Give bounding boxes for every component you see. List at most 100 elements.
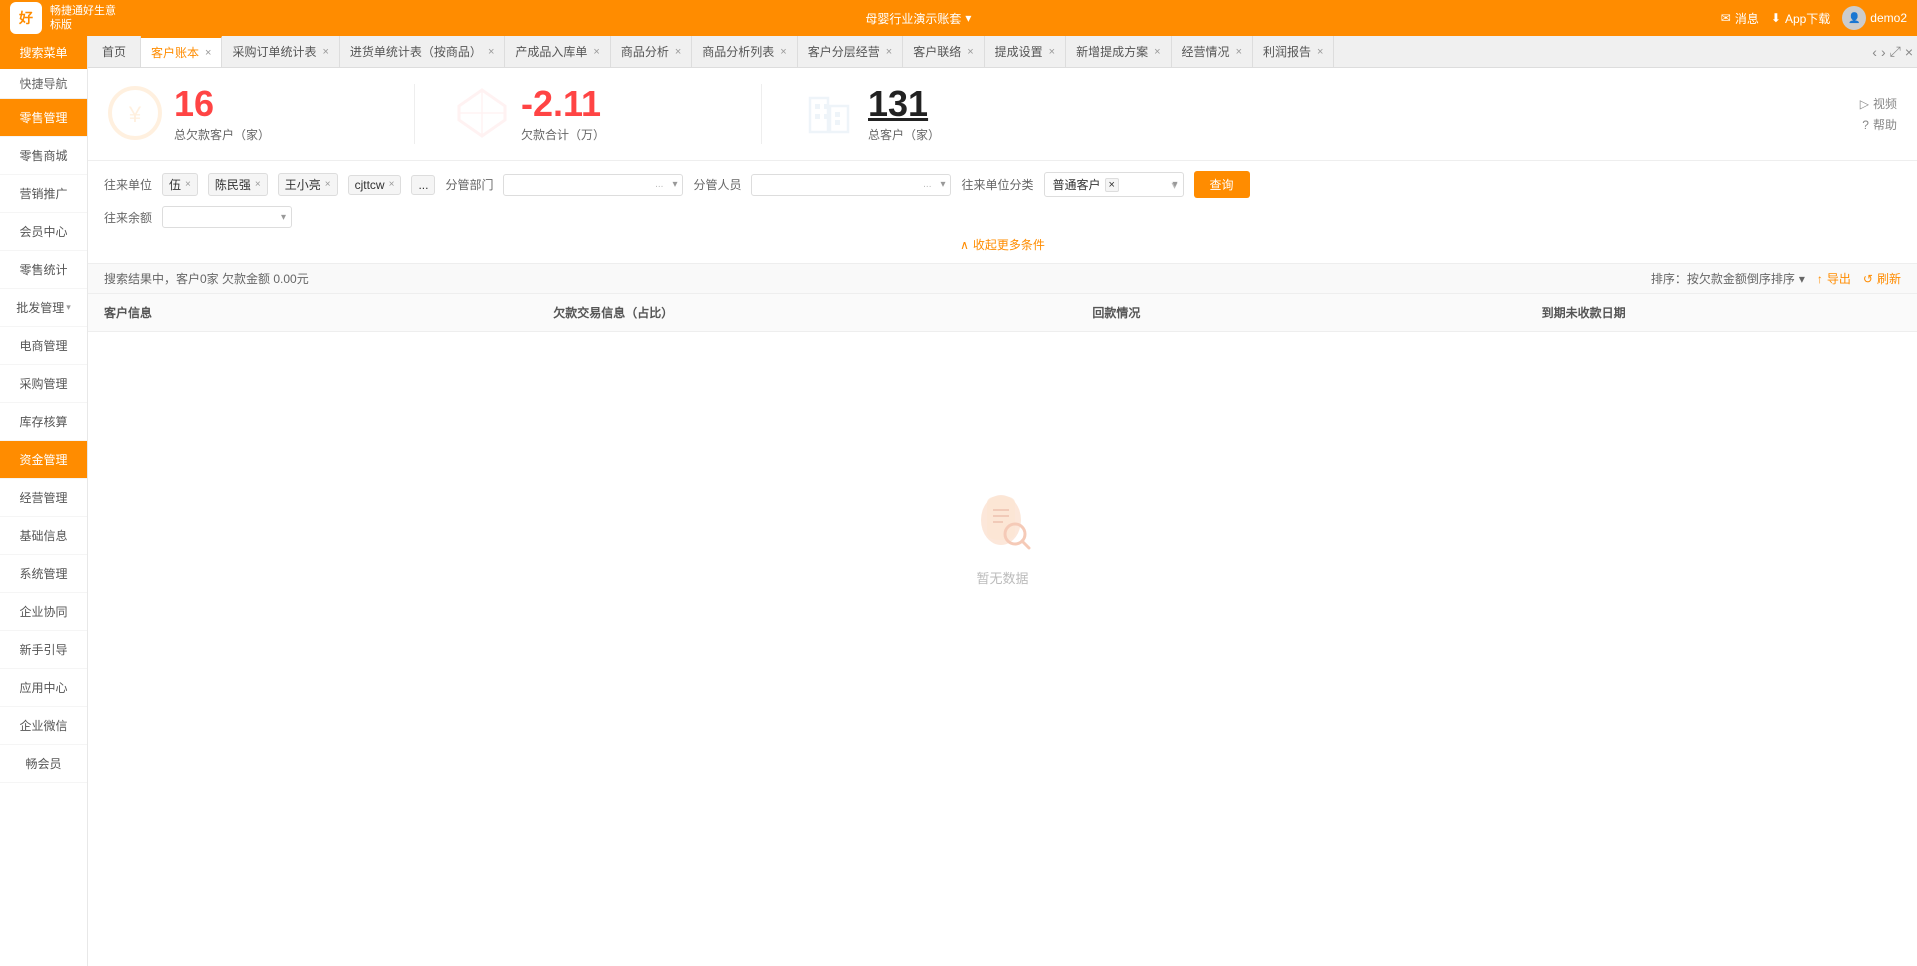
- tab-close-icon[interactable]: ×: [1049, 46, 1055, 58]
- stats-help-area: ▷ 视频 ? 帮助: [1860, 95, 1897, 133]
- stat-total-customers: 131 总客户（家）: [868, 86, 1068, 143]
- empty-label: 暂无数据: [976, 568, 1028, 587]
- query-button[interactable]: 查询: [1194, 171, 1250, 198]
- sidebar-item-marketing[interactable]: 营销推广: [0, 175, 87, 213]
- chevron-down-icon: ▾: [1171, 178, 1177, 192]
- sidebar-item-retail-mgmt[interactable]: 零售管理: [0, 99, 87, 137]
- empty-icon: [963, 478, 1043, 558]
- debt-amount-label: 欠款合计（万）: [521, 126, 605, 143]
- tab-close-icon[interactable]: ×: [205, 47, 211, 59]
- sidebar-item-ecommerce[interactable]: 电商管理: [0, 327, 87, 365]
- person-label: 分管人员: [693, 176, 741, 193]
- balance-select[interactable]: [162, 206, 292, 228]
- debt-amount-value: -2.11: [521, 86, 601, 122]
- tab-goods-analysis[interactable]: 商品分析 ×: [611, 36, 692, 68]
- tab-profit-report[interactable]: 利润报告 ×: [1253, 36, 1334, 68]
- tab-close-icon[interactable]: ×: [593, 46, 599, 58]
- tab-arrows: ‹ › ⤢ ×: [1868, 43, 1917, 60]
- sidebar-item-purchase[interactable]: 采购管理: [0, 365, 87, 403]
- sidebar-item-enterprise-collab[interactable]: 企业协同: [0, 593, 87, 631]
- tab-add-commission[interactable]: 新增提成方案 ×: [1066, 36, 1171, 68]
- empty-state: 暂无数据: [88, 332, 1917, 732]
- table-area: 客户信息 欠款交易信息（占比） 回款情况 到期未收款日期: [88, 294, 1917, 966]
- messages-btn[interactable]: ✉ 消息: [1721, 10, 1759, 27]
- tab-commission-settings[interactable]: 提成设置 ×: [985, 36, 1066, 68]
- quick-nav[interactable]: 快捷导航: [0, 69, 87, 99]
- sidebar-item-wechat[interactable]: 企业微信: [0, 707, 87, 745]
- filter-tag-wu[interactable]: 伍 ×: [162, 173, 198, 196]
- chevron-down-icon: ▾: [965, 11, 971, 25]
- tab-maximize-icon[interactable]: ⤢: [1890, 43, 1901, 60]
- person-select-wrap[interactable]: ...: [751, 174, 951, 196]
- download-icon: ⬇: [1771, 11, 1781, 25]
- svg-text:¥: ¥: [128, 102, 142, 127]
- stat-block-debt: -2.11 欠款合计（万）: [455, 86, 721, 143]
- message-icon: ✉: [1721, 11, 1731, 25]
- dept-select-wrap[interactable]: ...: [503, 174, 683, 196]
- sidebar-item-retail-mall[interactable]: 零售商城: [0, 137, 87, 175]
- remove-unit-class-icon[interactable]: ×: [1105, 178, 1119, 192]
- person-input[interactable]: [751, 174, 951, 196]
- stat-block-customers: ¥ 16 总欠款客户（家）: [108, 86, 374, 143]
- export-btn[interactable]: ↑ 导出: [1817, 270, 1851, 287]
- tab-close-icon[interactable]: ×: [886, 46, 892, 58]
- filter-tag-chen[interactable]: 陈民强 ×: [208, 173, 268, 196]
- export-icon: ↑: [1817, 272, 1823, 286]
- sidebar-item-member[interactable]: 畅会员: [0, 745, 87, 783]
- col-header-date: 到期未收款日期: [1542, 304, 1901, 321]
- sort-dropdown[interactable]: 排序：按欠款金额倒序排序 ▾: [1651, 270, 1805, 287]
- sidebar-item-wholesale[interactable]: 批发管理 ▾: [0, 289, 87, 327]
- remove-chen-icon[interactable]: ×: [255, 179, 261, 190]
- tab-product-entry[interactable]: 产成品入库单 ×: [505, 36, 610, 68]
- tab-close-icon[interactable]: ×: [675, 46, 681, 58]
- tab-goods-analysis-list[interactable]: 商品分析列表 ×: [692, 36, 797, 68]
- sidebar-item-inventory[interactable]: 库存核算: [0, 403, 87, 441]
- remove-wu-icon[interactable]: ×: [185, 179, 191, 190]
- sidebar-item-newcomer[interactable]: 新手引导: [0, 631, 87, 669]
- tab-purchase-stats[interactable]: 进货单统计表（按商品） ×: [340, 36, 505, 68]
- sidebar-item-basic-info[interactable]: 基础信息: [0, 517, 87, 555]
- filter-tag-cjttcw[interactable]: cjttcw ×: [348, 175, 402, 195]
- balance-select-wrap[interactable]: [162, 206, 292, 228]
- sidebar-item-finance[interactable]: 资金管理: [0, 441, 87, 479]
- tenant-selector[interactable]: 母婴行业演示账套 ▾: [865, 10, 971, 27]
- sidebar-item-member-center[interactable]: 会员中心: [0, 213, 87, 251]
- user-avatar-btn[interactable]: 👤 demo2: [1842, 6, 1907, 30]
- tab-close-icon[interactable]: ×: [1236, 46, 1242, 58]
- table-header: 客户信息 欠款交易信息（占比） 回款情况 到期未收款日期: [88, 294, 1917, 332]
- video-btn[interactable]: ▷ 视频: [1860, 95, 1897, 112]
- app-download-btn[interactable]: ⬇ App下载: [1771, 10, 1830, 27]
- sidebar-item-retail-stats[interactable]: 零售统计: [0, 251, 87, 289]
- unit-class-select-wrap[interactable]: 普通客户 × ▾: [1044, 172, 1184, 197]
- search-menu[interactable]: 搜索菜单: [0, 36, 87, 69]
- refresh-btn[interactable]: ↺ 刷新: [1863, 270, 1901, 287]
- tab-right-arrow[interactable]: ›: [1881, 44, 1886, 60]
- tab-close-icon[interactable]: ×: [1154, 46, 1160, 58]
- tab-customer-ledger[interactable]: 客户账本 ×: [141, 36, 222, 68]
- sidebar-item-operations[interactable]: 经营管理: [0, 479, 87, 517]
- unit-class-select[interactable]: 普通客户 ×: [1044, 172, 1184, 197]
- tab-left-arrow[interactable]: ‹: [1872, 44, 1877, 60]
- tab-home[interactable]: 首页: [88, 36, 141, 68]
- stat-divider-1: [414, 84, 415, 144]
- tab-close-icon[interactable]: ×: [488, 46, 494, 58]
- tab-close-icon[interactable]: ×: [780, 46, 786, 58]
- tab-close-icon[interactable]: ×: [1317, 46, 1323, 58]
- remove-wang-icon[interactable]: ×: [325, 179, 331, 190]
- tab-close-icon[interactable]: ×: [322, 46, 328, 58]
- remove-cjttcw-icon[interactable]: ×: [389, 179, 395, 190]
- help-btn[interactable]: ? 帮助: [1862, 116, 1897, 133]
- col-header-repay: 回款情况: [1092, 304, 1541, 321]
- sidebar-item-system[interactable]: 系统管理: [0, 555, 87, 593]
- filter-tag-more[interactable]: ...: [411, 175, 435, 195]
- sidebar-item-app-center[interactable]: 应用中心: [0, 669, 87, 707]
- result-summary: 搜索结果中，客户0家 欠款金额 0.00元: [104, 270, 309, 287]
- tab-purchase-order[interactable]: 采购订单统计表 ×: [222, 36, 339, 68]
- collapse-button[interactable]: ∧ 收起更多条件: [960, 236, 1045, 253]
- tab-close-icon[interactable]: ×: [967, 46, 973, 58]
- tab-customer-contact[interactable]: 客户联络 ×: [903, 36, 984, 68]
- tab-customer-layer[interactable]: 客户分层经营 ×: [798, 36, 903, 68]
- filter-tag-wang[interactable]: 王小亮 ×: [278, 173, 338, 196]
- tab-close-all-icon[interactable]: ×: [1905, 44, 1913, 60]
- tab-business[interactable]: 经营情况 ×: [1172, 36, 1253, 68]
